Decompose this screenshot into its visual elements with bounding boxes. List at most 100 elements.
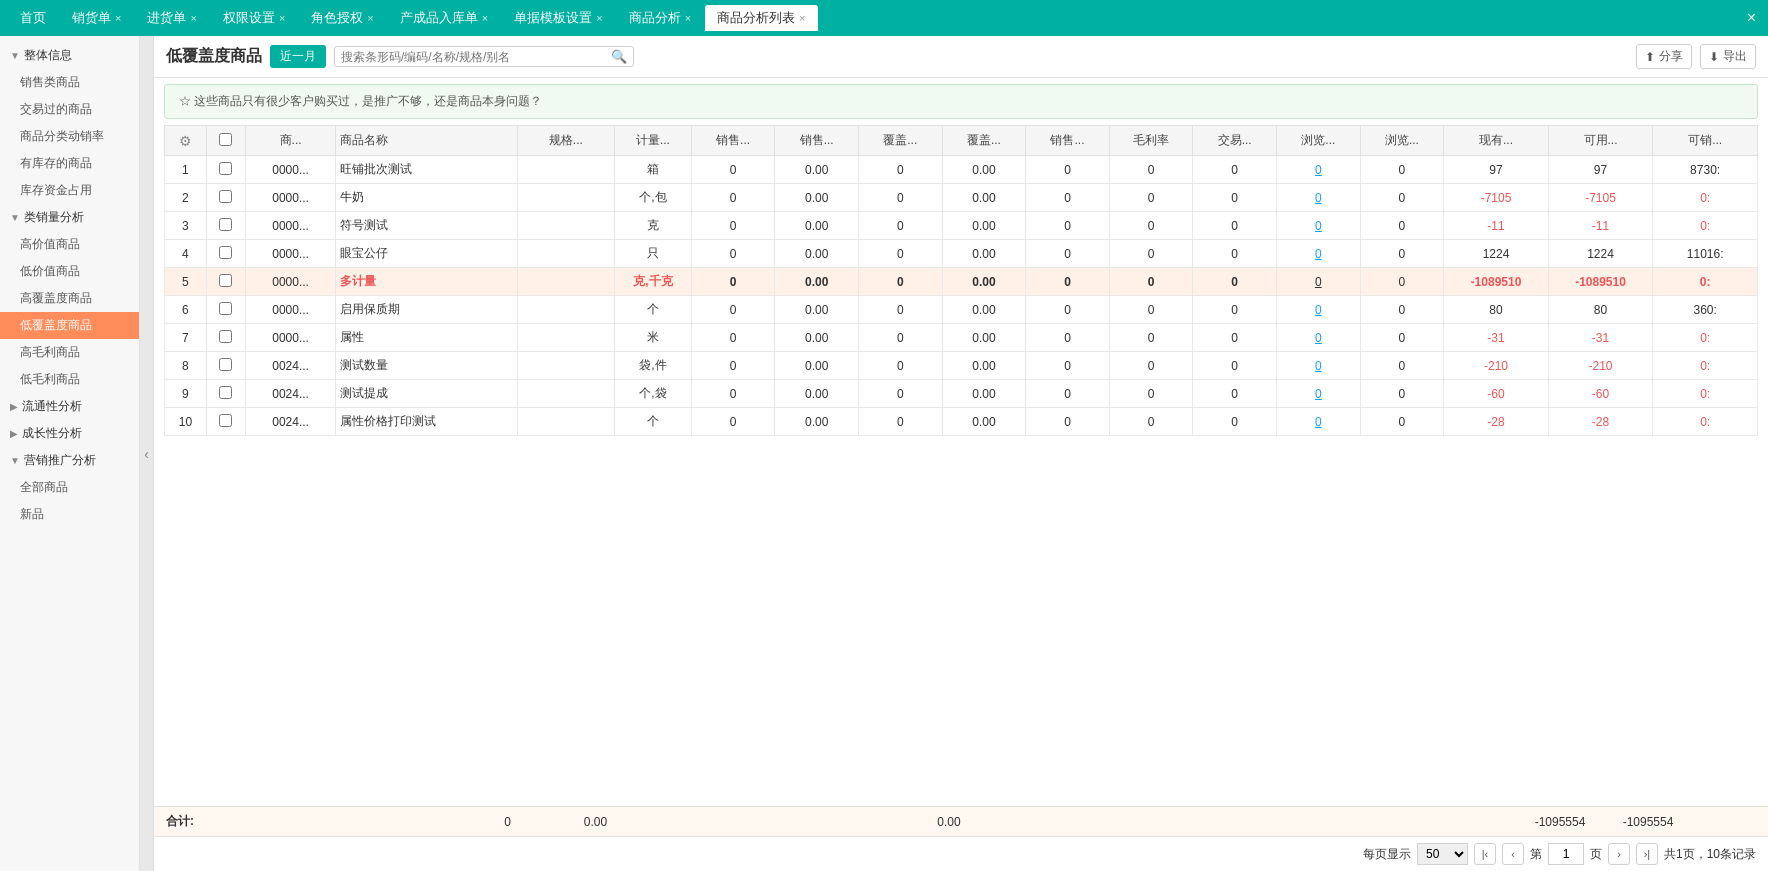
row-s1: 0 — [691, 380, 775, 408]
select-all-checkbox[interactable] — [219, 133, 232, 146]
row-checkbox[interactable] — [219, 218, 232, 231]
sidebar-item-high-margin[interactable]: 高毛利商品 — [0, 339, 139, 366]
sidebar-section-overall[interactable]: ▼ 整体信息 — [0, 42, 139, 69]
nav-close-purchase[interactable]: × — [190, 12, 196, 24]
sidebar-item-category-rate[interactable]: 商品分类动销率 — [0, 123, 139, 150]
row-check[interactable] — [206, 352, 245, 380]
row-spec — [517, 240, 615, 268]
sidebar-section-circulation[interactable]: ▶ 流通性分析 — [0, 393, 139, 420]
row-spec — [517, 156, 615, 184]
next-page-button[interactable]: › — [1608, 843, 1630, 865]
row-browse1[interactable]: 0 — [1277, 352, 1361, 380]
sidebar-item-low-value[interactable]: 低价值商品 — [0, 258, 139, 285]
search-input[interactable] — [341, 50, 611, 64]
sidebar-item-low-coverage[interactable]: 低覆盖度商品 — [0, 312, 139, 339]
nav-close-all-button[interactable]: × — [1747, 9, 1756, 27]
nav-close-analysis-list[interactable]: × — [799, 12, 805, 24]
row-checkbox[interactable] — [219, 358, 232, 371]
sidebar-item-low-margin[interactable]: 低毛利商品 — [0, 366, 139, 393]
nav-close-products[interactable]: × — [482, 12, 488, 24]
sidebar-item-in-stock[interactable]: 有库存的商品 — [0, 150, 139, 177]
row-trade: 0 — [1193, 268, 1277, 296]
row-check[interactable] — [206, 296, 245, 324]
row-check[interactable] — [206, 212, 245, 240]
per-page-select[interactable]: 50 100 — [1417, 843, 1468, 865]
row-spec — [517, 212, 615, 240]
row-checkbox[interactable] — [219, 190, 232, 203]
sidebar-item-sales-goods[interactable]: 销售类商品 — [0, 69, 139, 96]
sidebar-section-sales-analysis[interactable]: ▼ 类销量分析 — [0, 204, 139, 231]
nav-close-sales[interactable]: × — [115, 12, 121, 24]
row-check[interactable] — [206, 156, 245, 184]
nav-templates[interactable]: 单据模板设置 × — [502, 5, 614, 31]
row-checkbox[interactable] — [219, 330, 232, 343]
row-browse1[interactable]: 0 — [1277, 268, 1361, 296]
col-settings[interactable]: ⚙ — [165, 126, 207, 156]
row-browse1[interactable]: 0 — [1277, 184, 1361, 212]
row-browse1[interactable]: 0 — [1277, 212, 1361, 240]
nav-close-templates[interactable]: × — [596, 12, 602, 24]
nav-roles[interactable]: 角色授权 × — [299, 5, 385, 31]
row-s2: 0.00 — [775, 212, 859, 240]
row-checkbox[interactable] — [219, 386, 232, 399]
last-page-button[interactable]: ›| — [1636, 843, 1658, 865]
sidebar-item-traded-goods[interactable]: 交易过的商品 — [0, 96, 139, 123]
sidebar-collapse-button[interactable]: ‹ — [140, 36, 154, 871]
nav-close-analysis[interactable]: × — [685, 12, 691, 24]
footer-stock2: -1095554 — [1608, 815, 1688, 829]
row-browse1[interactable]: 0 — [1277, 156, 1361, 184]
nav-permissions[interactable]: 权限设置 × — [211, 5, 297, 31]
period-button[interactable]: 近一月 — [270, 45, 326, 68]
sidebar-item-high-coverage[interactable]: 高覆盖度商品 — [0, 285, 139, 312]
row-browse1[interactable]: 0 — [1277, 324, 1361, 352]
nav-home[interactable]: 首页 — [8, 5, 58, 31]
gear-icon[interactable]: ⚙ — [179, 133, 192, 149]
nav-close-permissions[interactable]: × — [279, 12, 285, 24]
nav-sales[interactable]: 销货单 × — [60, 5, 133, 31]
row-check[interactable] — [206, 184, 245, 212]
row-stock1: 1224 — [1444, 240, 1549, 268]
row-s1: 0 — [691, 408, 775, 436]
col-checkbox[interactable] — [206, 126, 245, 156]
row-checkbox[interactable] — [219, 414, 232, 427]
row-s2: 0.00 — [775, 380, 859, 408]
page-input[interactable] — [1548, 843, 1584, 865]
nav-analysis[interactable]: 商品分析 × — [617, 5, 703, 31]
row-browse1[interactable]: 0 — [1277, 408, 1361, 436]
row-check[interactable] — [206, 408, 245, 436]
row-checkbox[interactable] — [219, 274, 232, 287]
row-checkbox[interactable] — [219, 246, 232, 259]
row-browse1[interactable]: 0 — [1277, 240, 1361, 268]
row-stock1: -60 — [1444, 380, 1549, 408]
row-name: 测试提成 — [336, 380, 517, 408]
nav-analysis-list[interactable]: 商品分析列表 × — [705, 5, 817, 31]
row-check[interactable] — [206, 380, 245, 408]
row-s2: 0.00 — [775, 184, 859, 212]
first-page-button[interactable]: |‹ — [1474, 843, 1496, 865]
row-unit: 个 — [615, 408, 692, 436]
row-checkbox[interactable] — [219, 162, 232, 175]
sidebar-section-growth[interactable]: ▶ 成长性分析 — [0, 420, 139, 447]
row-sale: 0: — [1653, 212, 1758, 240]
sidebar-item-new-goods[interactable]: 新品 — [0, 501, 139, 528]
sidebar-item-capital[interactable]: 库存资金占用 — [0, 177, 139, 204]
row-trade: 0 — [1193, 296, 1277, 324]
prev-page-button[interactable]: ‹ — [1502, 843, 1524, 865]
table-container[interactable]: ⚙ 商... 商品名称 规格... 计量... 销售... 销售... 覆盖..… — [164, 125, 1758, 806]
row-browse1[interactable]: 0 — [1277, 380, 1361, 408]
row-browse1[interactable]: 0 — [1277, 296, 1361, 324]
row-check[interactable] — [206, 240, 245, 268]
nav-close-roles[interactable]: × — [367, 12, 373, 24]
sidebar-item-high-value[interactable]: 高价值商品 — [0, 231, 139, 258]
row-unit: 克,千克 — [615, 268, 692, 296]
sidebar-section-marketing[interactable]: ▼ 营销推广分析 — [0, 447, 139, 474]
nav-products[interactable]: 产成品入库单 × — [388, 5, 500, 31]
row-checkbox[interactable] — [219, 302, 232, 315]
export-button[interactable]: ⬇ 导出 — [1700, 44, 1756, 69]
row-check[interactable] — [206, 268, 245, 296]
nav-purchase[interactable]: 进货单 × — [135, 5, 208, 31]
sidebar-item-all-goods[interactable]: 全部商品 — [0, 474, 139, 501]
row-c1: 0 — [858, 212, 942, 240]
row-check[interactable] — [206, 324, 245, 352]
share-button[interactable]: ⬆ 分享 — [1636, 44, 1692, 69]
